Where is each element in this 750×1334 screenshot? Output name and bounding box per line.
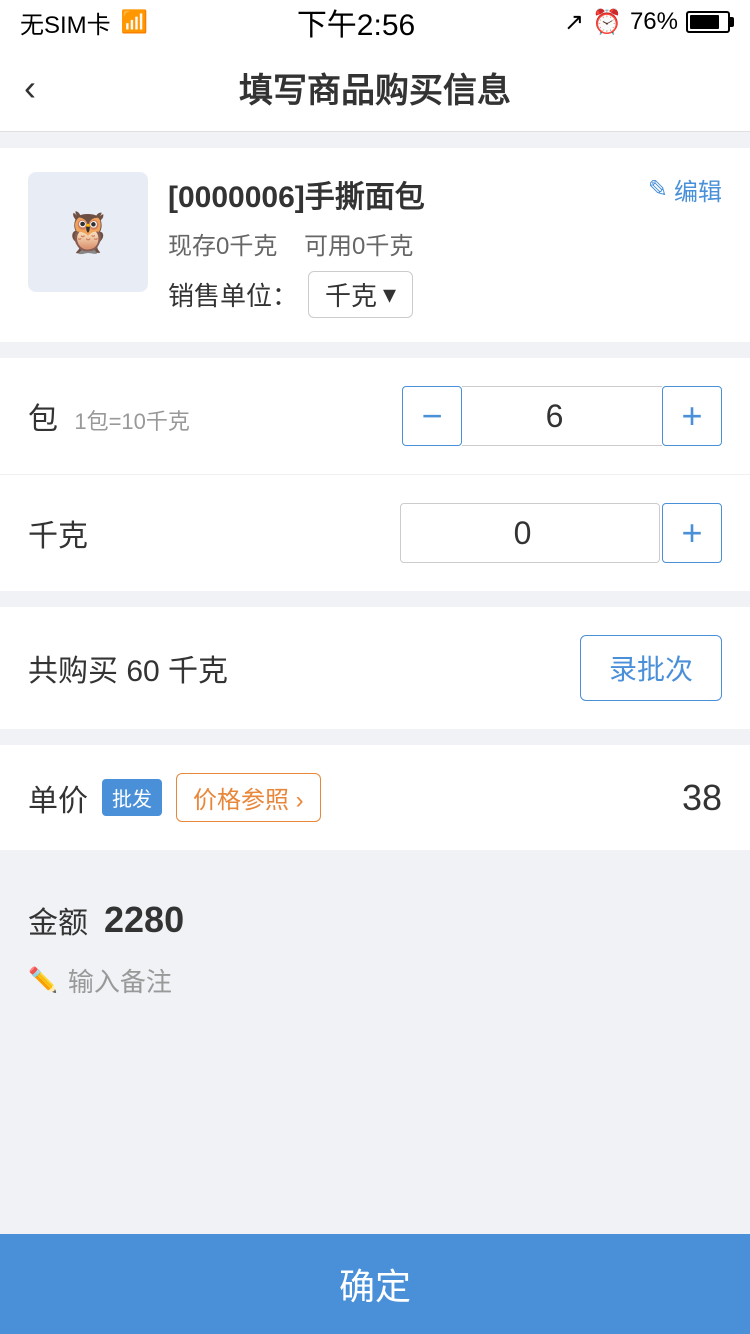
product-icon: 🦉: [63, 209, 113, 256]
stock-text: 现存0千克: [168, 233, 277, 260]
remark-placeholder: 输入备注: [68, 962, 172, 999]
kg-qty-input[interactable]: [400, 503, 660, 563]
amount-value: 2280: [104, 899, 184, 941]
package-hint: 1包=10千克: [74, 409, 190, 434]
status-bar: 无SIM卡 📶 下午2:56 ↗ ⏰ 76%: [0, 0, 750, 44]
remark-row[interactable]: ✏️ 输入备注: [28, 952, 722, 1019]
alarm-icon: ⏰: [592, 8, 622, 37]
unit-value: 千克: [325, 276, 377, 313]
edit-button[interactable]: ✎ 编辑: [648, 172, 722, 207]
package-qty-control: − +: [402, 386, 722, 446]
location-icon: ↗: [564, 8, 584, 37]
nav-bar: ‹ 填写商品购买信息: [0, 44, 750, 132]
price-label-group: 单价 批发 价格参照 ›: [28, 773, 321, 822]
page-title: 填写商品购买信息: [239, 63, 511, 112]
carrier-text: 无SIM卡: [20, 5, 111, 40]
available-text: 可用0千克: [304, 233, 413, 260]
edit-icon: ✎: [648, 175, 668, 204]
batch-button[interactable]: 录批次: [580, 635, 722, 701]
amount-row: 金额 2280: [28, 878, 722, 952]
wifi-icon: 📶: [121, 9, 148, 35]
summary-row: 共购买 60 千克 录批次: [0, 607, 750, 729]
unit-label: 销售单位：: [168, 276, 298, 313]
price-label: 单价: [28, 776, 88, 820]
amount-label: 金额: [28, 898, 88, 942]
summary-text: 共购买 60 千克: [28, 646, 228, 690]
product-thumbnail: 🦉: [28, 172, 148, 292]
kg-row: 千克 +: [0, 475, 750, 591]
price-ref-button[interactable]: 价格参照 ›: [176, 773, 321, 822]
kg-increment-button[interactable]: +: [662, 503, 722, 563]
quantity-input-section: 包 1包=10千克 − + 千克 +: [0, 358, 750, 591]
product-name: [0000006]手撕面包: [168, 172, 722, 216]
price-section: 单价 批发 价格参照 › 38: [0, 745, 750, 850]
status-carrier: 无SIM卡 📶: [20, 5, 148, 40]
edit-label: 编辑: [674, 172, 722, 207]
back-button[interactable]: ‹: [24, 67, 36, 109]
battery-percent: 76%: [630, 8, 678, 36]
unit-select[interactable]: 千克 ▾: [308, 271, 413, 318]
pencil-icon: ✏️: [28, 966, 58, 995]
price-row: 单价 批发 价格参照 › 38: [28, 773, 722, 822]
package-increment-button[interactable]: +: [662, 386, 722, 446]
price-value: 38: [682, 777, 722, 819]
kg-qty-control: +: [400, 503, 722, 563]
product-unit-row: 销售单位： 千克 ▾: [168, 271, 722, 318]
battery-bar: [686, 11, 730, 33]
confirm-button[interactable]: 确定: [0, 1234, 750, 1334]
package-label: 包 1包=10千克: [28, 394, 402, 438]
status-time: 下午2:56: [297, 0, 415, 44]
amount-section: 金额 2280 ✏️ 输入备注: [0, 850, 750, 1019]
status-right: ↗ ⏰ 76%: [564, 8, 730, 37]
kg-label: 千克: [28, 511, 400, 555]
unit-dropdown-icon: ▾: [383, 279, 396, 310]
package-row: 包 1包=10千克 − +: [0, 358, 750, 475]
product-info: [0000006]手撕面包 现存0千克 可用0千克 销售单位： 千克 ▾: [168, 172, 722, 318]
price-tag: 批发: [102, 779, 162, 816]
product-stock: 现存0千克 可用0千克: [168, 226, 722, 261]
product-card: 🦉 [0000006]手撕面包 现存0千克 可用0千克 销售单位： 千克 ▾ ✎…: [0, 148, 750, 342]
package-decrement-button[interactable]: −: [402, 386, 462, 446]
package-qty-input[interactable]: [462, 386, 662, 446]
